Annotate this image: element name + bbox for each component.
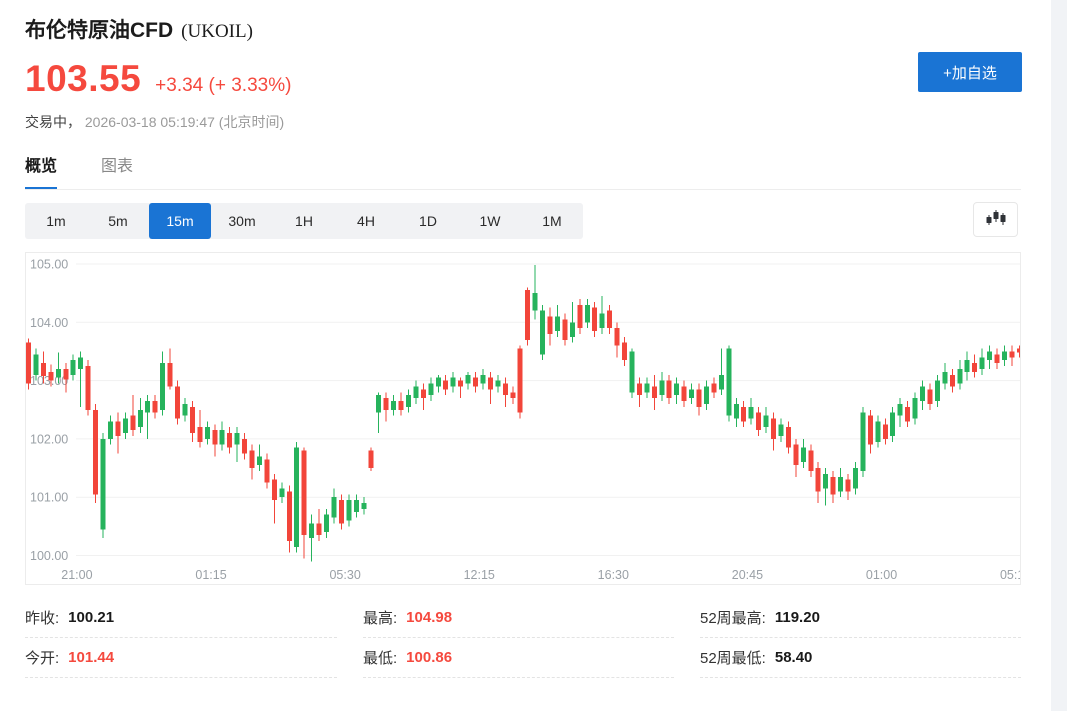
stat-value: 104.98 — [406, 609, 452, 626]
svg-text:102.00: 102.00 — [30, 432, 68, 446]
stat-row: 今开: 101.44 — [25, 638, 337, 678]
stat-value: 100.21 — [68, 609, 114, 626]
svg-text:20:45: 20:45 — [732, 568, 763, 582]
svg-text:05:30: 05:30 — [329, 568, 360, 582]
stat-row: 昨收: 100.21 — [25, 598, 337, 638]
instrument-overview-page: 布伦特原油CFD (UKOIL) 103.55 +3.34 (+ 3.33%) … — [0, 0, 1067, 711]
view-tabs: 概览 图表 — [25, 152, 133, 190]
svg-text:100.00: 100.00 — [30, 549, 68, 563]
stat-label: 最低: — [363, 647, 397, 668]
price-chart[interactable]: 105.00104.00103.00102.00101.00100.0021:0… — [25, 252, 1021, 585]
stat-label: 最高: — [363, 607, 397, 628]
candles — [26, 265, 1020, 561]
svg-text:16:30: 16:30 — [598, 568, 629, 582]
page-title: 布伦特原油CFD — [25, 14, 173, 44]
timeframe-5m[interactable]: 5m — [87, 203, 149, 239]
chart-type-button[interactable] — [973, 202, 1018, 237]
x-axis-labels: 21:00 01:15 05:30 12:15 16:30 20:45 01:00 05:15 — [61, 568, 1020, 582]
tab-overview[interactable]: 概览 — [25, 152, 57, 190]
page-edge-panel — [1051, 0, 1067, 711]
timeframe-4h[interactable]: 4H — [335, 203, 397, 239]
svg-text:104.00: 104.00 — [30, 316, 68, 330]
stat-label: 昨收: — [25, 607, 59, 628]
instrument-header: 布伦特原油CFD (UKOIL) 103.55 +3.34 (+ 3.33%) … — [25, 14, 291, 132]
svg-text:105.00: 105.00 — [30, 258, 68, 272]
stat-row: 最高: 104.98 — [363, 598, 674, 638]
timeframe-30m[interactable]: 30m — [211, 203, 273, 239]
stat-value: 58.40 — [775, 649, 813, 666]
last-price: 103.55 — [25, 58, 141, 100]
stat-row: 52周最低: 58.40 — [700, 638, 1021, 678]
candlestick-chart[interactable]: 105.00104.00103.00102.00101.00100.0021:0… — [26, 253, 1020, 584]
stat-label: 今开: — [25, 647, 59, 668]
timeframe-1m[interactable]: 1m — [25, 203, 87, 239]
stat-row: 52周最高: 119.20 — [700, 598, 1021, 638]
svg-text:01:15: 01:15 — [195, 568, 226, 582]
tabs-divider — [25, 189, 1021, 190]
timeframe-1w[interactable]: 1W — [459, 203, 521, 239]
stat-row: 最低: 100.86 — [363, 638, 674, 678]
instrument-symbol: (UKOIL) — [181, 21, 253, 43]
stat-value: 100.86 — [406, 649, 452, 666]
svg-text:21:00: 21:00 — [61, 568, 92, 582]
svg-text:101.00: 101.00 — [30, 491, 68, 505]
timeframe-1d[interactable]: 1D — [397, 203, 459, 239]
tab-chart[interactable]: 图表 — [101, 152, 133, 190]
add-watchlist-button[interactable]: +加自选 — [918, 52, 1022, 92]
quote-stats: 昨收: 100.21 今开: 101.44 最高: 104.98 最低: 100.86 52周最… — [25, 598, 1021, 678]
trading-status: 交易中， — [25, 114, 81, 130]
price-change: +3.34 (+ 3.33%) — [155, 75, 291, 97]
svg-text:01:00: 01:00 — [866, 568, 897, 582]
timeframe-1h[interactable]: 1H — [273, 203, 335, 239]
stat-value: 119.20 — [775, 609, 820, 626]
stat-label: 52周最高: — [700, 607, 766, 628]
quote-timestamp: 2026-03-18 05:19:47 (北京时间) — [85, 114, 284, 130]
y-axis-labels: 105.00104.00103.00102.00101.00100.00 — [26, 256, 76, 564]
candlestick-chart-icon — [985, 208, 1007, 231]
svg-text:05:15: 05:15 — [1000, 568, 1020, 582]
stat-value: 101.44 — [68, 649, 114, 666]
timeframe-15m[interactable]: 15m — [149, 203, 211, 239]
timeframe-1m[interactable]: 1M — [521, 203, 583, 239]
timeframe-selector: 1m5m15m30m1H4H1D1W1M — [25, 203, 583, 239]
svg-text:12:15: 12:15 — [464, 568, 495, 582]
stat-label: 52周最低: — [700, 647, 766, 668]
